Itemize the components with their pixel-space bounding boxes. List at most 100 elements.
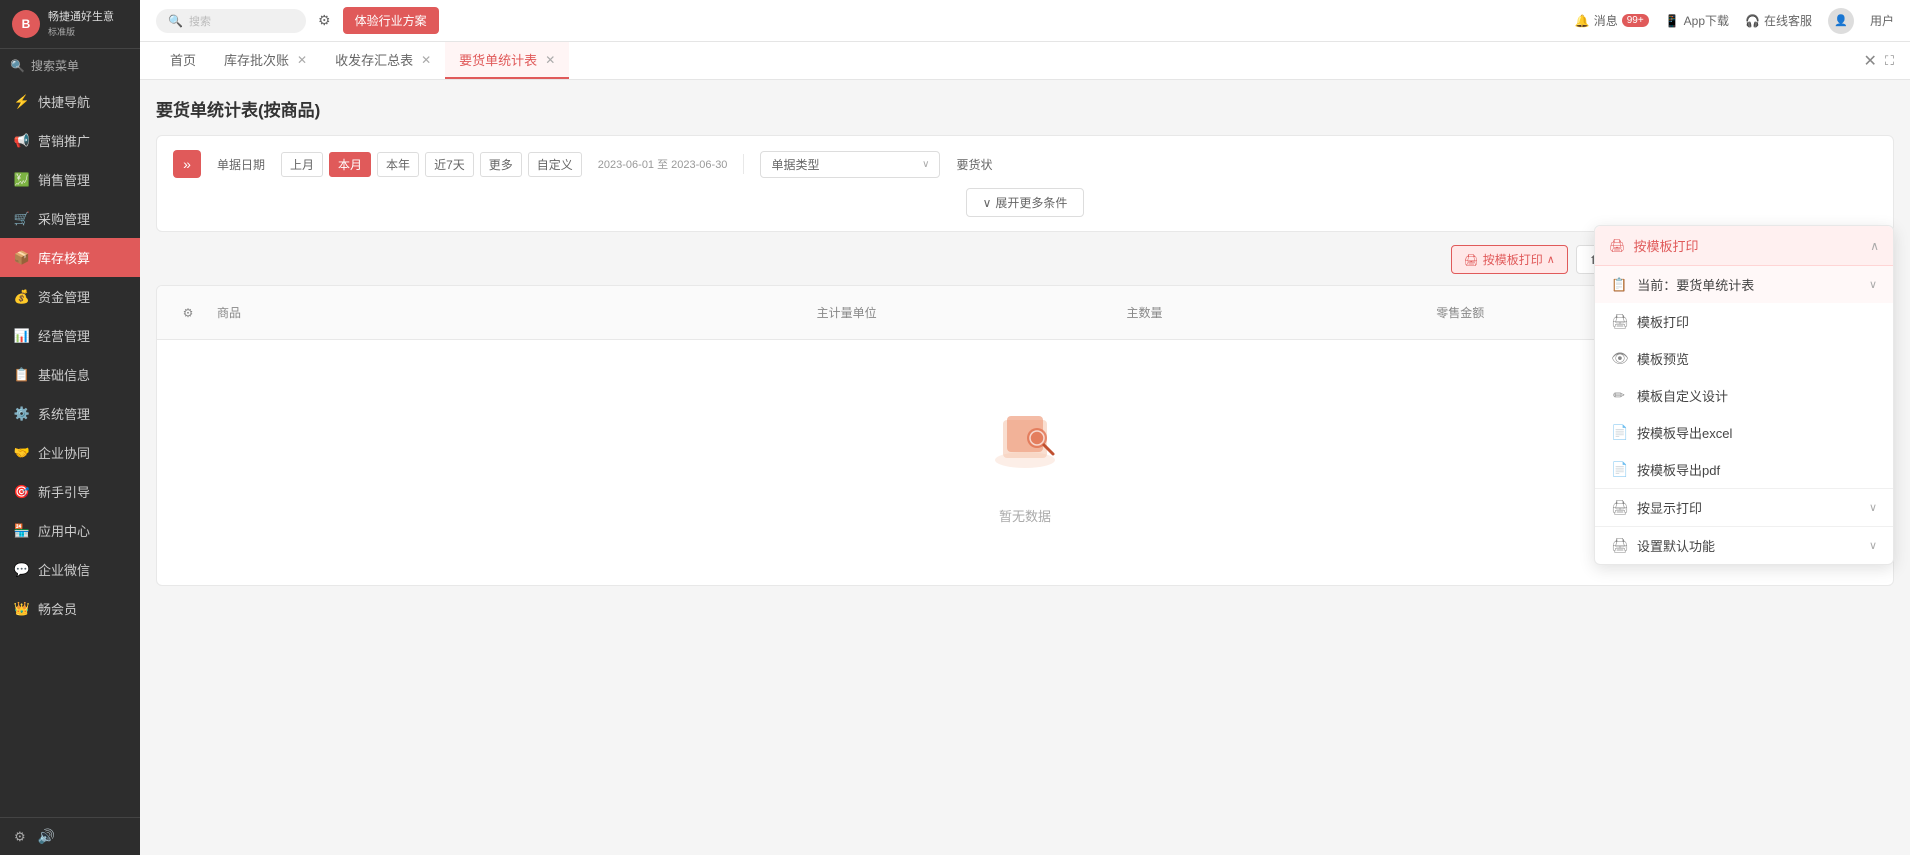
table-col-product: 商品: [211, 296, 803, 329]
logo-text-block: 畅捷通好生意 标准版: [48, 10, 114, 37]
header-search-bar[interactable]: 🔍 搜索: [156, 9, 306, 33]
order-status-label: 要货状: [956, 156, 992, 173]
expand-more-label: 展开更多条件: [995, 194, 1067, 211]
tab-close-inventory-batch[interactable]: ✕: [297, 53, 307, 67]
dropdown-icon-template-print: 🖨: [1611, 313, 1627, 330]
dropdown-item-template-print[interactable]: 🖨 模板打印: [1595, 303, 1893, 340]
nav-label-quick-nav: 快捷导航: [38, 92, 90, 111]
filter-card: » 单据日期 上月本月本年近7天更多自定义 2023-06-01 至 2023-…: [156, 135, 1894, 232]
nav-icon-wecom: 💬: [14, 562, 30, 578]
tab-receipt-summary[interactable]: 收发存汇总表✕: [321, 42, 445, 79]
sidebar-item-collab[interactable]: 🤝 企业协同: [0, 433, 140, 472]
dropdown-icon-export-pdf: 📄: [1611, 461, 1627, 478]
sidebar-item-wecom[interactable]: 💬 企业微信: [0, 550, 140, 589]
filter-expand-btn[interactable]: »: [173, 150, 201, 178]
dropdown-item-template-design[interactable]: ✏ 模板自定义设计: [1595, 377, 1893, 414]
sidebar-item-member[interactable]: 👑 畅会员: [0, 589, 140, 628]
sidebar-item-purchase[interactable]: 🛒 采购管理: [0, 199, 140, 238]
nav-label-guide: 新手引导: [38, 482, 90, 501]
dropdown-label-export-excel: 按模板导出excel: [1637, 423, 1732, 442]
section-icon-default-func: 🖨: [1611, 537, 1627, 554]
close-window-btn[interactable]: ✕: [1863, 51, 1876, 71]
tab-bar: 首页库存批次账✕收发存汇总表✕要货单统计表✕ ✕ ⛶: [140, 42, 1910, 80]
sidebar-item-finance[interactable]: 💰 资金管理: [0, 277, 140, 316]
order-type-select[interactable]: 单据类型 ∨: [760, 151, 940, 178]
app-download-label: App下载: [1684, 12, 1729, 29]
tab-inventory-batch[interactable]: 库存批次账 ✕: [210, 42, 321, 79]
date-btn-current-year[interactable]: 本年: [377, 152, 419, 177]
nav-icon-purchase: 🛒: [14, 211, 30, 227]
settings-icon[interactable]: ⚙: [14, 829, 26, 845]
page-content: 要货单统计表(按商品) » 单据日期 上月本月本年近7天更多自定义 2023-0…: [140, 80, 1910, 855]
nav-icon-guide: 🎯: [14, 484, 30, 500]
nav-label-wecom: 企业微信: [38, 560, 90, 579]
nav-icon-quick-nav: ⚡: [14, 94, 30, 110]
nav-label-basic: 基础信息: [38, 365, 90, 384]
date-btn-current-month[interactable]: 本月: [329, 152, 371, 177]
nav-icon-marketing: 📢: [14, 133, 30, 149]
dropdown-section-display-print[interactable]: 🖨 按显示打印 ∨: [1595, 488, 1893, 526]
nav-label-member: 畅会员: [38, 599, 77, 618]
nav-icon-inventory: 📦: [14, 250, 30, 266]
expand-window-btn[interactable]: ⛶: [1885, 53, 1894, 69]
section-label-default-func: 设置默认功能: [1637, 536, 1715, 555]
dropdown-chevron-icon[interactable]: ∧: [1870, 239, 1879, 253]
nav-label-operation: 经营管理: [38, 326, 90, 345]
tab-label-inventory-batch: 库存批次账: [224, 50, 289, 69]
dropdown-label-template-design: 模板自定义设计: [1637, 386, 1728, 405]
expand-more-btn[interactable]: ∨ 展开更多条件: [966, 188, 1085, 217]
app-download-item[interactable]: 📱 App下载: [1665, 12, 1729, 29]
nav-label-collab: 企业协同: [38, 443, 90, 462]
tab-order-stats[interactable]: 要货单统计表✕: [445, 42, 569, 79]
tab-close-receipt-summary[interactable]: ✕: [421, 53, 431, 67]
sidebar-item-basic[interactable]: 📋 基础信息: [0, 355, 140, 394]
sidebar-item-quick-nav[interactable]: ⚡ 快捷导航: [0, 82, 140, 121]
tab-label-home: 首页: [170, 50, 196, 69]
current-arrow-icon: ∨: [1869, 278, 1877, 291]
sidebar-item-marketing[interactable]: 📢 营销推广: [0, 121, 140, 160]
print-template-btn[interactable]: 🖨 按模板打印 ∧: [1451, 245, 1568, 274]
date-btn-last-7-days[interactable]: 近7天: [425, 152, 474, 177]
date-btn-more[interactable]: 更多: [480, 152, 522, 177]
nav-icon-collab: 🤝: [14, 445, 30, 461]
sidebar-item-sales[interactable]: 💹 销售管理: [0, 160, 140, 199]
sidebar-item-appstore[interactable]: 🏪 应用中心: [0, 511, 140, 550]
bell-icon: 🔔: [1575, 14, 1590, 28]
dropdown-section-default-func[interactable]: 🖨 设置默认功能 ∨: [1595, 526, 1893, 564]
online-service-label: 在线客服: [1764, 12, 1812, 29]
nav-icon-basic: 📋: [14, 367, 30, 383]
date-btn-prev-month[interactable]: 上月: [281, 152, 323, 177]
expand-more-row: ∨ 展开更多条件: [173, 188, 1877, 217]
notifications-item[interactable]: 🔔 消息 99+: [1575, 12, 1649, 29]
current-template-icon: 📋: [1611, 277, 1627, 293]
date-btn-custom[interactable]: 自定义: [528, 152, 582, 177]
table-col-quantity: 主数量: [1120, 296, 1422, 329]
current-template-label: 当前：要货单统计表: [1637, 275, 1754, 294]
trial-button[interactable]: 体验行业方案: [343, 7, 439, 34]
section-arrow-display-print: ∨: [1869, 501, 1877, 514]
tab-close-order-stats[interactable]: ✕: [545, 53, 555, 67]
sidebar-item-operation[interactable]: 📊 经营管理: [0, 316, 140, 355]
dropdown-item-export-excel[interactable]: 📄 按模板导出excel: [1595, 414, 1893, 451]
search-menu-item[interactable]: 🔍 搜索菜单: [0, 49, 140, 82]
dropdown-item-export-pdf[interactable]: 📄 按模板导出pdf: [1595, 451, 1893, 488]
current-template-item[interactable]: 📋 当前：要货单统计表 ∨: [1595, 266, 1893, 303]
nav-icon-system: ⚙️: [14, 406, 30, 422]
dropdown-label-template-preview: 模板预览: [1637, 349, 1689, 368]
nav-label-finance: 资金管理: [38, 287, 90, 306]
sidebar-nav: ⚡ 快捷导航📢 营销推广💹 销售管理🛒 采购管理📦 库存核算💰 资金管理📊 经营…: [0, 82, 140, 817]
tab-home[interactable]: 首页: [156, 42, 210, 79]
speaker-icon[interactable]: 🔊: [38, 828, 55, 845]
dropdown-item-template-preview[interactable]: 👁 模板预览: [1595, 340, 1893, 377]
top-header: 🔍 搜索 ⚙ 体验行业方案 🔔 消息 99+ 📱 App下载 🎧 在线客服 👤 …: [140, 0, 1910, 42]
sidebar: B 畅捷通好生意 标准版 🔍 搜索菜单 ⚡ 快捷导航📢 营销推广💹 销售管理🛒 …: [0, 0, 140, 855]
sidebar-item-inventory[interactable]: 📦 库存核算: [0, 238, 140, 277]
user-avatar[interactable]: 👤: [1828, 8, 1854, 34]
section-label-display-print: 按显示打印: [1637, 498, 1702, 517]
dropdown-label-export-pdf: 按模板导出pdf: [1637, 460, 1720, 479]
sidebar-item-guide[interactable]: 🎯 新手引导: [0, 472, 140, 511]
sidebar-item-system[interactable]: ⚙️ 系统管理: [0, 394, 140, 433]
header-gear-icon[interactable]: ⚙: [318, 12, 331, 29]
nav-icon-member: 👑: [14, 601, 30, 617]
online-service-item[interactable]: 🎧 在线客服: [1745, 12, 1812, 29]
